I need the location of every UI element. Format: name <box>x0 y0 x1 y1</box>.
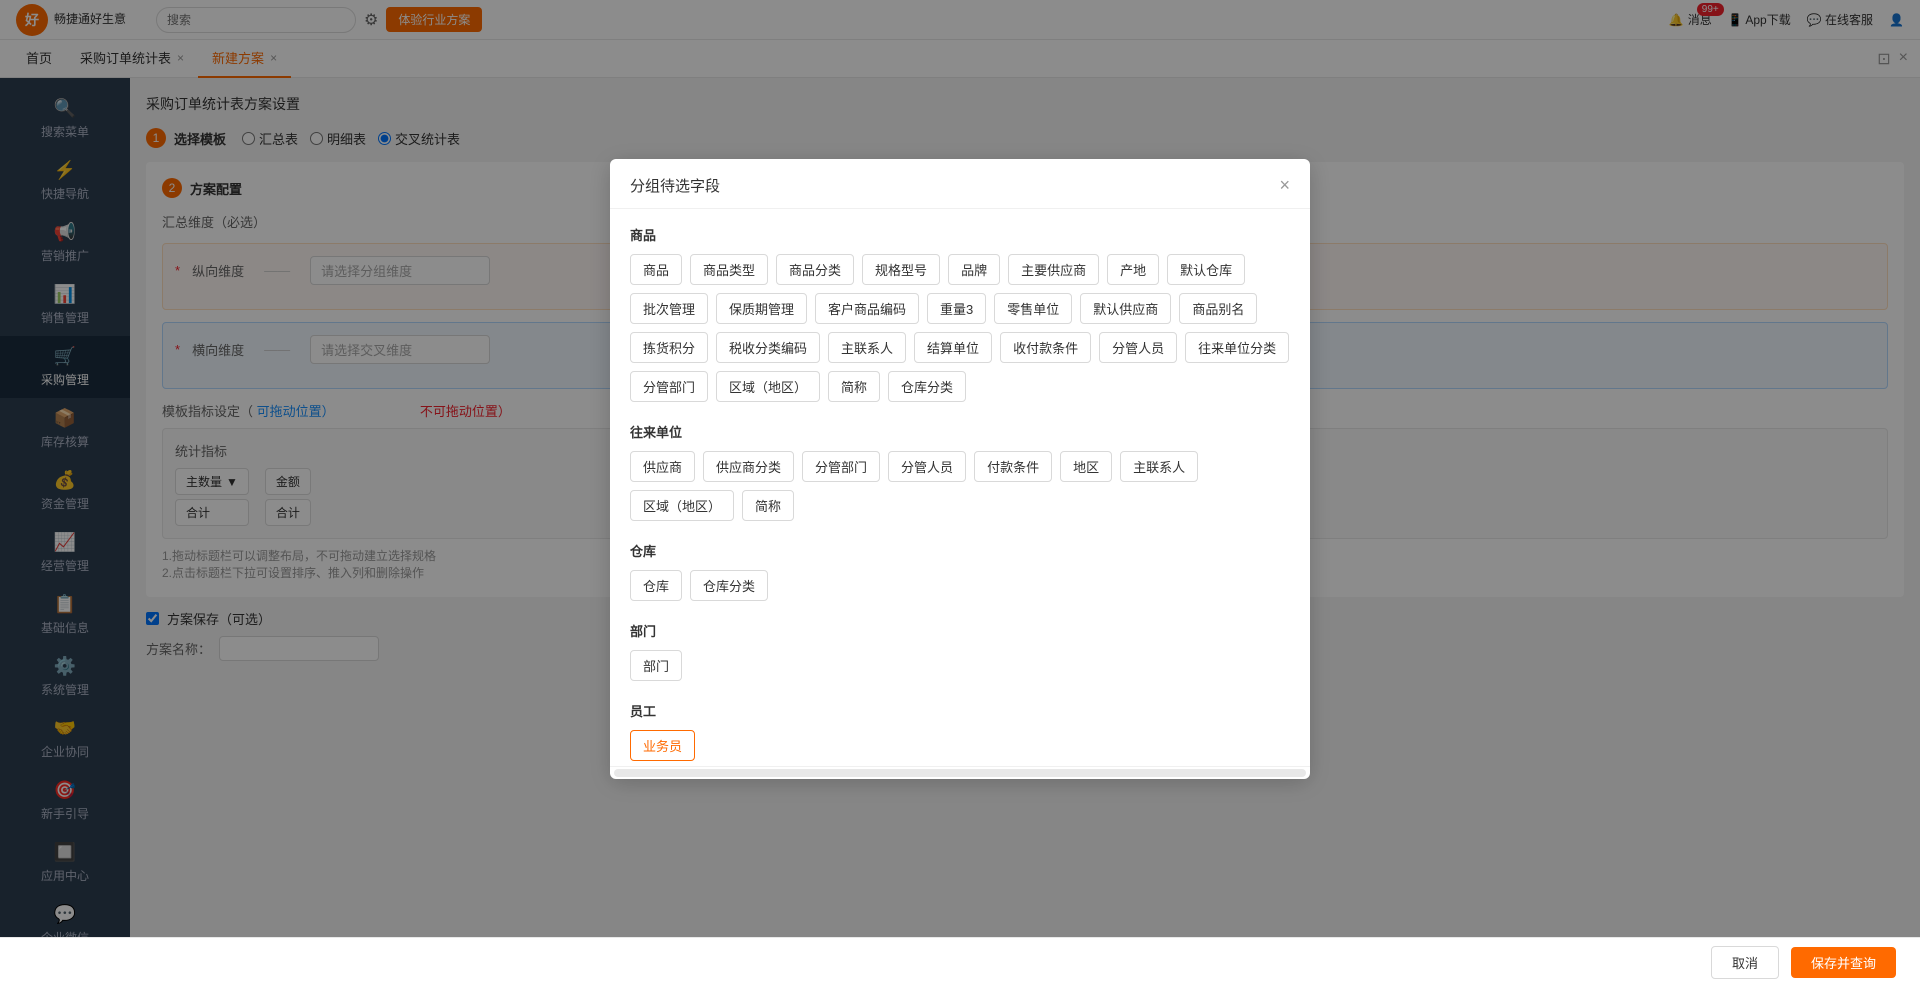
field-tag-salesperson[interactable]: 业务员 <box>630 730 695 761</box>
field-tag-settlement-unit[interactable]: 结算单位 <box>914 332 992 363</box>
field-tag-warehouse-category[interactable]: 仓库分类 <box>888 371 966 402</box>
category-partner-title: 往来单位 <box>630 422 1290 441</box>
field-tag-payment-cond[interactable]: 付款条件 <box>974 451 1052 482</box>
category-warehouse: 仓库 仓库 仓库分类 <box>630 541 1290 601</box>
category-staff: 员工 业务员 <box>630 701 1290 761</box>
field-tag-supplier[interactable]: 供应商 <box>630 451 695 482</box>
save-query-button[interactable]: 保存并查询 <box>1791 947 1896 978</box>
field-tag-main-supplier[interactable]: 主要供应商 <box>1008 254 1099 285</box>
field-tag-area[interactable]: 地区 <box>1060 451 1112 482</box>
modal-close-button[interactable]: × <box>1279 175 1290 196</box>
field-tag-abbr-product[interactable]: 简称 <box>828 371 880 402</box>
modal: 分组待选字段 × 商品 商品 商品类型 商品分类 规格型号 品牌 主要供应商 产… <box>610 159 1310 779</box>
field-tag-manager[interactable]: 分管人员 <box>1099 332 1177 363</box>
field-tag-warehouse[interactable]: 仓库 <box>630 570 682 601</box>
field-tag-manager-partner[interactable]: 分管人员 <box>888 451 966 482</box>
modal-title: 分组待选字段 <box>630 175 720 196</box>
field-tag-dept[interactable]: 部门 <box>630 650 682 681</box>
cancel-button[interactable]: 取消 <box>1711 946 1779 979</box>
field-tag-batch-mgmt[interactable]: 批次管理 <box>630 293 708 324</box>
field-tag-product[interactable]: 商品 <box>630 254 682 285</box>
bottom-bar: 取消 保存并查询 <box>0 937 1920 987</box>
modal-hscroll-thumb <box>614 769 1306 777</box>
field-tag-region-product[interactable]: 区域（地区） <box>716 371 820 402</box>
field-tag-partner-category[interactable]: 往来单位分类 <box>1185 332 1289 363</box>
field-tag-tax-code[interactable]: 税收分类编码 <box>716 332 820 363</box>
modal-header: 分组待选字段 × <box>610 159 1310 209</box>
field-tag-main-contact[interactable]: 主联系人 <box>828 332 906 363</box>
field-tag-brand[interactable]: 品牌 <box>948 254 1000 285</box>
product-tags: 商品 商品类型 商品分类 规格型号 品牌 主要供应商 产地 默认仓库 批次管理 … <box>630 254 1290 402</box>
modal-overlay: 分组待选字段 × 商品 商品 商品类型 商品分类 规格型号 品牌 主要供应商 产… <box>0 0 1920 937</box>
warehouse-tags: 仓库 仓库分类 <box>630 570 1290 601</box>
dept-tags: 部门 <box>630 650 1290 681</box>
category-product: 商品 商品 商品类型 商品分类 规格型号 品牌 主要供应商 产地 默认仓库 批次… <box>630 225 1290 402</box>
field-tag-dept-partner[interactable]: 分管部门 <box>802 451 880 482</box>
field-tag-supplier-category[interactable]: 供应商分类 <box>703 451 794 482</box>
field-tag-product-type[interactable]: 商品类型 <box>690 254 768 285</box>
modal-hscrollbar[interactable] <box>610 766 1310 779</box>
field-tag-origin[interactable]: 产地 <box>1107 254 1159 285</box>
field-tag-region-partner[interactable]: 区域（地区） <box>630 490 734 521</box>
category-dept-title: 部门 <box>630 621 1290 640</box>
field-tag-payment-terms[interactable]: 收付款条件 <box>1000 332 1091 363</box>
field-tag-default-supplier[interactable]: 默认供应商 <box>1080 293 1171 324</box>
field-tag-expiry-mgmt[interactable]: 保质期管理 <box>716 293 807 324</box>
field-tag-dept-manage[interactable]: 分管部门 <box>630 371 708 402</box>
category-partner: 往来单位 供应商 供应商分类 分管部门 分管人员 付款条件 地区 主联系人 区域… <box>630 422 1290 521</box>
field-tag-retail-unit[interactable]: 零售单位 <box>994 293 1072 324</box>
field-tag-default-warehouse[interactable]: 默认仓库 <box>1167 254 1245 285</box>
field-tag-alias[interactable]: 商品别名 <box>1179 293 1257 324</box>
field-tag-pick-points[interactable]: 拣货积分 <box>630 332 708 363</box>
staff-tags: 业务员 <box>630 730 1290 761</box>
partner-tags: 供应商 供应商分类 分管部门 分管人员 付款条件 地区 主联系人 区域（地区） … <box>630 451 1290 521</box>
category-dept: 部门 部门 <box>630 621 1290 681</box>
field-tag-product-category[interactable]: 商品分类 <box>776 254 854 285</box>
field-tag-spec-model[interactable]: 规格型号 <box>862 254 940 285</box>
field-tag-weight3[interactable]: 重量3 <box>927 293 986 324</box>
field-tag-warehouse-cat[interactable]: 仓库分类 <box>690 570 768 601</box>
field-tag-abbr-partner[interactable]: 简称 <box>742 490 794 521</box>
field-tag-main-contact-partner[interactable]: 主联系人 <box>1120 451 1198 482</box>
category-warehouse-title: 仓库 <box>630 541 1290 560</box>
modal-body: 商品 商品 商品类型 商品分类 规格型号 品牌 主要供应商 产地 默认仓库 批次… <box>610 209 1310 767</box>
category-staff-title: 员工 <box>630 701 1290 720</box>
category-product-title: 商品 <box>630 225 1290 244</box>
field-tag-customer-code[interactable]: 客户商品编码 <box>815 293 919 324</box>
